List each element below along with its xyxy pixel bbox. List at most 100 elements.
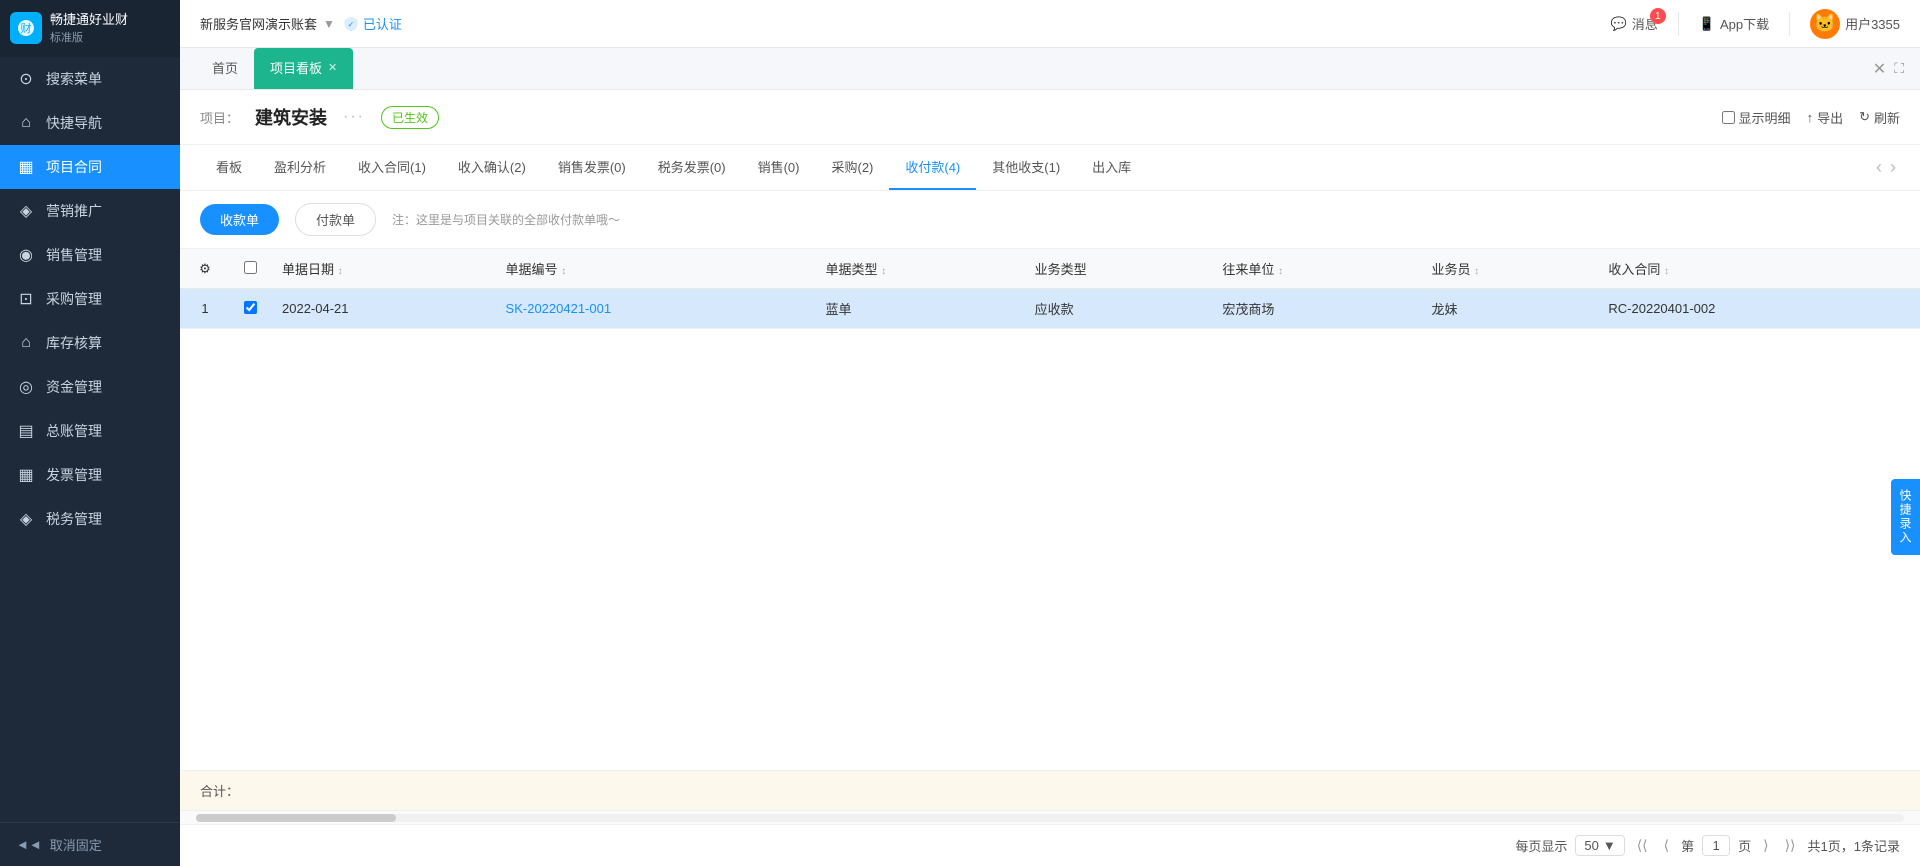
content-area: 项目： 建筑安装 ··· 已生效 显示明细 ↑ 导出 ↻ 刷新 xyxy=(180,90,1920,866)
row-number-link[interactable]: SK-20220421-001 xyxy=(506,301,612,316)
row-partner: 宏茂商场 xyxy=(1210,289,1419,329)
inner-tab-note: 注：这里是与项目关联的全部收付款单哦～ xyxy=(392,211,620,228)
col-number-label: 单据编号 xyxy=(506,262,558,277)
subtabs-next-icon[interactable]: › xyxy=(1886,157,1900,178)
col-biz-type: 业务类型 xyxy=(1023,249,1211,289)
sidebar-item-tax[interactable]: ◈ 税务管理 xyxy=(0,497,180,541)
account-name: 新服务官网演示账套 xyxy=(200,14,317,33)
quick-entry-button[interactable]: 快捷录入 xyxy=(1891,479,1920,555)
user-menu[interactable]: 🐱 用户3355 xyxy=(1810,9,1900,39)
per-page-chevron: ▼ xyxy=(1603,838,1616,853)
expand-window-icon[interactable]: ⛶ xyxy=(1894,60,1904,77)
col-income-contract[interactable]: 收入合同 ↕ xyxy=(1596,249,1920,289)
sidebar-item-label: 销售管理 xyxy=(46,245,102,265)
row-checkbox[interactable] xyxy=(244,301,257,314)
close-window-icon[interactable]: ✕ xyxy=(1873,59,1886,79)
sidebar-item-ledger[interactable]: ▤ 总账管理 xyxy=(0,409,180,453)
subtab-tax-invoice[interactable]: 税务发票(0) xyxy=(642,145,742,190)
sidebar-item-label: 总账管理 xyxy=(46,421,102,441)
project-status-badge: 已生效 xyxy=(381,106,439,129)
tabbar: 首页 项目看板 ✕ ✕ ⛶ xyxy=(180,48,1920,90)
sort-type-icon: ↕ xyxy=(881,266,886,277)
col-number[interactable]: 单据编号 ↕ xyxy=(494,249,814,289)
prev-page-button[interactable]: ⟨ xyxy=(1660,835,1673,856)
scrollbar-thumb[interactable] xyxy=(196,814,396,822)
refresh-icon: ↻ xyxy=(1859,109,1870,125)
subtab-income-confirm[interactable]: 收入确认(2) xyxy=(442,145,542,190)
subtab-other[interactable]: 其他收支(1) xyxy=(976,145,1076,190)
last-page-button[interactable]: ⟩⟩ xyxy=(1781,835,1800,856)
row-number[interactable]: SK-20220421-001 xyxy=(494,289,814,329)
sidebar-item-capital[interactable]: ◎ 资金管理 xyxy=(0,365,180,409)
subtab-sales[interactable]: 销售(0) xyxy=(742,145,816,190)
show-detail-check[interactable] xyxy=(1722,111,1735,124)
account-selector[interactable]: 新服务官网演示账套 ▼ xyxy=(200,14,335,33)
subtab-sales-invoice[interactable]: 销售发票(0) xyxy=(542,145,642,190)
topbar-left: 新服务官网演示账套 ▼ ✓ 已认证 xyxy=(200,14,402,33)
subtab-kanban-label: 看板 xyxy=(216,160,242,175)
refresh-button[interactable]: ↻ 刷新 xyxy=(1859,108,1900,127)
svg-text:✓: ✓ xyxy=(348,20,355,29)
subtab-income-contract[interactable]: 收入合同(1) xyxy=(342,145,442,190)
sidebar-item-search[interactable]: ⊙ 搜索菜单 xyxy=(0,57,180,101)
col-type[interactable]: 单据类型 ↕ xyxy=(814,249,1023,289)
current-page-value: 1 xyxy=(1712,838,1719,853)
subtabs-prev-icon[interactable]: ‹ xyxy=(1872,157,1886,178)
project-header: 项目： 建筑安装 ··· 已生效 显示明细 ↑ 导出 ↻ 刷新 xyxy=(180,90,1920,145)
sidebar-item-marketing[interactable]: ◈ 营销推广 xyxy=(0,189,180,233)
col-salesperson[interactable]: 业务员 ↕ xyxy=(1419,249,1596,289)
sidebar-item-label: 资金管理 xyxy=(46,377,102,397)
tab-project-board-label: 项目看板 xyxy=(270,58,322,77)
table-row[interactable]: 1 2022-04-21 SK-20220421-001 蓝单 应收款 宏茂商场… xyxy=(180,289,1920,329)
subtab-collection[interactable]: 收付款(4) xyxy=(889,145,976,190)
payment-slip-tab[interactable]: 付款单 xyxy=(295,203,376,236)
total-pages-info: 共1页，1条记录 xyxy=(1808,836,1900,855)
sidebar-item-sales[interactable]: ◉ 销售管理 xyxy=(0,233,180,277)
sidebar-unpin-button[interactable]: ◄◄ 取消固定 xyxy=(0,822,180,866)
row-income-contract: RC-20220401-002 xyxy=(1596,289,1920,329)
sidebar-item-purchase[interactable]: ⊡ 采购管理 xyxy=(0,277,180,321)
unpin-label: 取消固定 xyxy=(50,835,102,854)
col-partner[interactable]: 往来单位 ↕ xyxy=(1210,249,1419,289)
table-footer: 合计： xyxy=(180,770,1920,810)
sidebar-nav: ⊙ 搜索菜单 ⌂ 快捷导航 ▦ 项目合同 ◈ 营销推广 ◉ 销售管理 ⊡ 采购管… xyxy=(0,57,180,822)
subtab-inout[interactable]: 出入库 xyxy=(1076,145,1147,190)
message-button[interactable]: 💬 消息 1 xyxy=(1611,14,1658,33)
col-income-contract-label: 收入合同 xyxy=(1608,262,1660,277)
current-page-input[interactable]: 1 xyxy=(1702,835,1730,856)
tab-close-icon[interactable]: ✕ xyxy=(328,61,337,74)
scrollbar-track[interactable] xyxy=(196,814,1904,822)
more-options-icon[interactable]: ··· xyxy=(343,108,365,126)
data-table: ⚙ 单据日期 ↕ 单据编号 ↕ 单据类型 xyxy=(180,249,1920,329)
collection-slip-tab[interactable]: 收款单 xyxy=(200,204,279,235)
col-salesperson-label: 业务员 xyxy=(1431,262,1470,277)
col-date[interactable]: 单据日期 ↕ xyxy=(270,249,494,289)
sidebar-item-project-contract[interactable]: ▦ 项目合同 xyxy=(0,145,180,189)
chevron-down-icon: ▼ xyxy=(323,17,335,31)
tab-project-board[interactable]: 项目看板 ✕ xyxy=(254,48,353,89)
select-all-checkbox[interactable] xyxy=(244,261,257,274)
sidebar-item-quick-nav[interactable]: ⌂ 快捷导航 xyxy=(0,101,180,145)
col-gear[interactable]: ⚙ xyxy=(180,249,230,289)
scrollbar-area xyxy=(180,810,1920,824)
row-type: 蓝单 xyxy=(814,289,1023,329)
next-page-button[interactable]: ⟩ xyxy=(1759,835,1772,856)
purchase-icon: ⊡ xyxy=(16,289,36,309)
table-wrapper: ⚙ 单据日期 ↕ 单据编号 ↕ 单据类型 xyxy=(180,249,1920,770)
app-download-button[interactable]: 📱 App下载 xyxy=(1699,14,1769,33)
subtab-sales-invoice-label: 销售发票(0) xyxy=(558,160,626,175)
subtab-purchase[interactable]: 采购(2) xyxy=(815,145,889,190)
sidebar-item-inventory[interactable]: ⌂ 库存核算 xyxy=(0,321,180,365)
first-page-button[interactable]: ⟨⟨ xyxy=(1633,835,1652,856)
per-page-label: 每页显示 xyxy=(1515,836,1567,855)
col-checkbox xyxy=(230,249,270,289)
export-button[interactable]: ↑ 导出 xyxy=(1807,108,1844,127)
tab-home[interactable]: 首页 xyxy=(196,48,254,89)
show-detail-checkbox[interactable]: 显示明细 xyxy=(1722,108,1791,127)
subtab-profit[interactable]: 盈利分析 xyxy=(258,145,342,190)
per-page-select[interactable]: 50 ▼ xyxy=(1575,835,1624,856)
subtab-kanban[interactable]: 看板 xyxy=(200,145,258,190)
project-name: 建筑安装 xyxy=(255,104,327,130)
subtab-profit-label: 盈利分析 xyxy=(274,160,326,175)
sidebar-item-invoice[interactable]: ▦ 发票管理 xyxy=(0,453,180,497)
